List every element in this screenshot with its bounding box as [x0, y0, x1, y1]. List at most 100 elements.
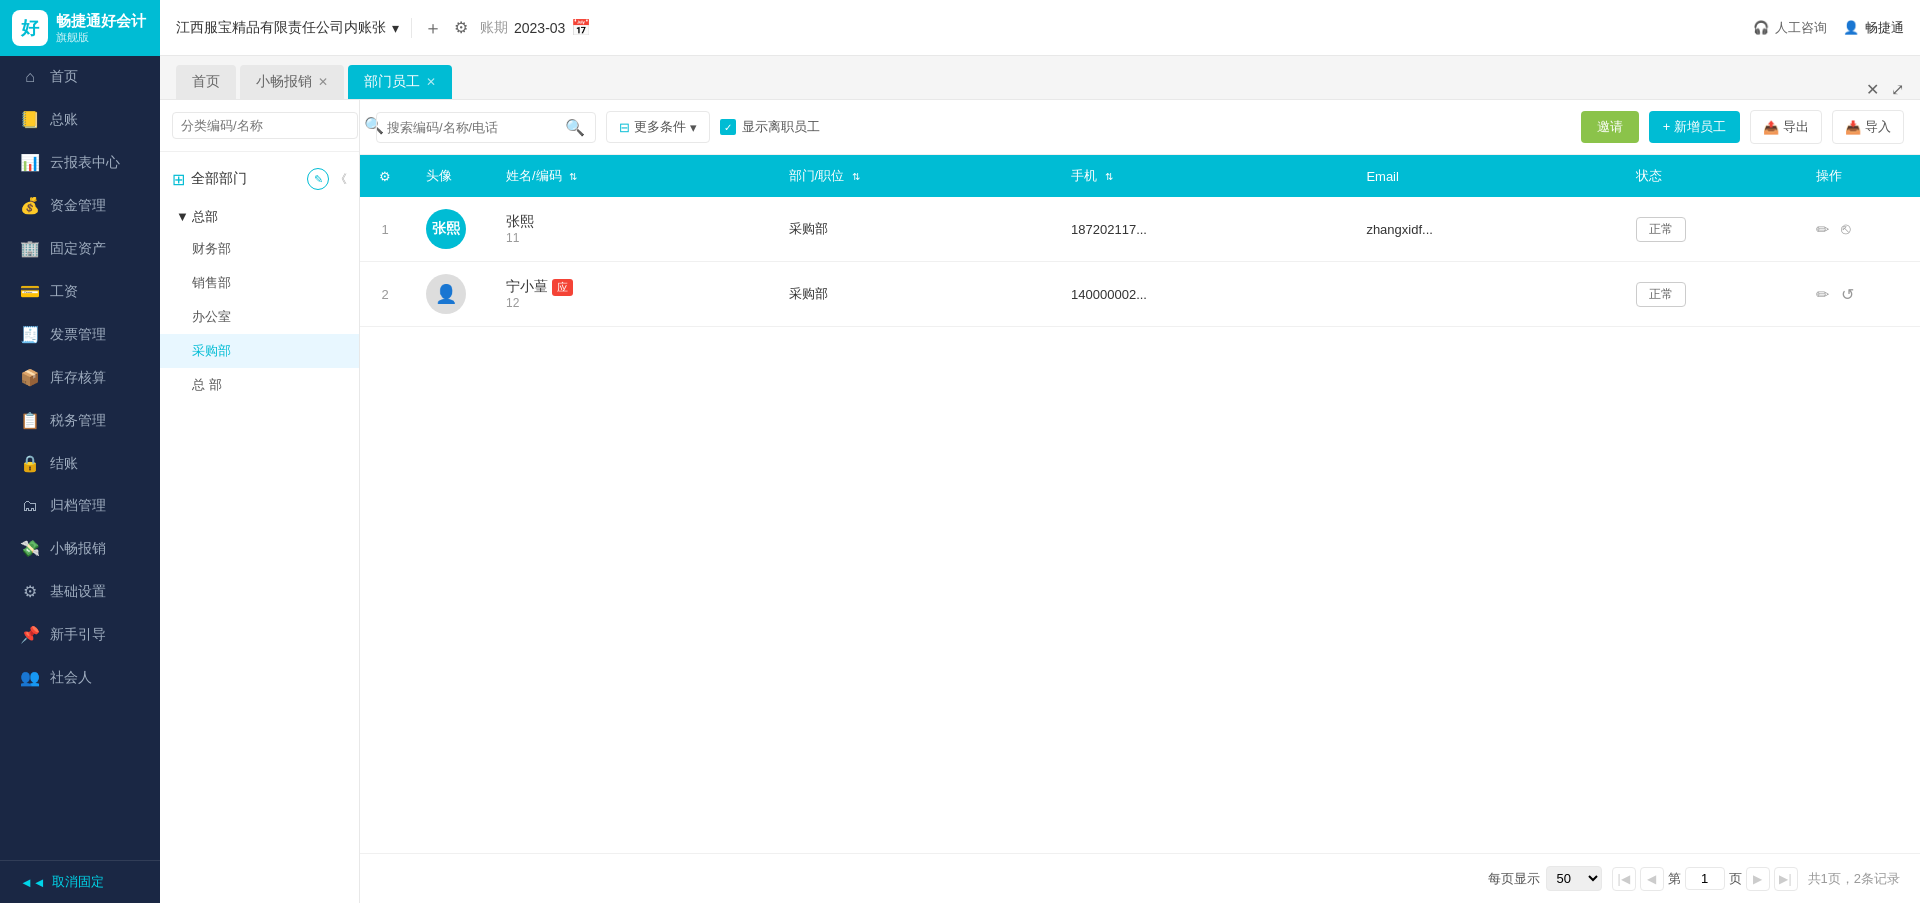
- dept-collapse-icon[interactable]: 《: [335, 171, 347, 188]
- sidebar-item-invoice[interactable]: 🧾 发票管理: [0, 313, 160, 356]
- filter-dropdown-icon: ▾: [690, 120, 697, 135]
- add-account-button[interactable]: ＋: [424, 16, 442, 40]
- sidebar-item-assets[interactable]: 🏢 固定资产: [0, 227, 160, 270]
- expense-icon: 💸: [20, 539, 40, 558]
- edit-icon-1[interactable]: ✏: [1816, 220, 1829, 239]
- filter-button[interactable]: ⊟ 更多条件 ▾: [606, 111, 710, 143]
- employee-search-input[interactable]: [387, 120, 559, 135]
- sidebar-item-closing[interactable]: 🔒 结账: [0, 442, 160, 485]
- all-dept-header[interactable]: ⊞ 全部部门 ✎ 《: [160, 160, 359, 198]
- all-dept-header-left: ⊞ 全部部门: [172, 170, 247, 189]
- dept-zong[interactable]: 总 部: [160, 368, 359, 402]
- sidebar-label-ledger: 总账: [50, 111, 78, 129]
- sidebar-pin-button[interactable]: ◄◄ 取消固定: [0, 860, 160, 903]
- user-name: 畅捷通: [1865, 19, 1904, 37]
- tab-home-label: 首页: [192, 73, 220, 91]
- dept-caiwu[interactable]: 财务部: [160, 232, 359, 266]
- col-phone[interactable]: 手机 ⇅: [1055, 155, 1350, 197]
- invite-button[interactable]: 邀请: [1581, 111, 1639, 143]
- col-dept-position[interactable]: 部门/职位 ⇅: [773, 155, 1056, 197]
- tab-expense-close[interactable]: ✕: [318, 75, 328, 89]
- tab-home[interactable]: 首页: [176, 65, 236, 99]
- import-button[interactable]: 📥 导入: [1832, 110, 1904, 144]
- dept-search-bar: 🔍: [160, 100, 359, 152]
- dept-bangong-label: 办公室: [192, 309, 231, 324]
- ledger-icon: 📒: [20, 110, 40, 129]
- logout-icon-1[interactable]: ⎋: [1841, 220, 1851, 238]
- logo-icon: 好: [12, 10, 48, 46]
- refresh-icon-2[interactable]: ↺: [1841, 285, 1854, 304]
- row-actions-1: ✏ ⎋: [1800, 197, 1920, 262]
- sidebar-label-expense: 小畅报销: [50, 540, 106, 558]
- pagination: 每页显示 10 20 50 100 |◀ ◀ 第 页 ▶ ▶|: [360, 853, 1920, 903]
- col-name-code[interactable]: 姓名/编码 ⇅: [490, 155, 773, 197]
- tab-close-all-icon[interactable]: ✕: [1866, 80, 1879, 99]
- sidebar-item-archive[interactable]: 🗂 归档管理: [0, 485, 160, 527]
- tab-department[interactable]: 部门员工 ✕: [348, 65, 452, 99]
- row-num-1: 1: [360, 197, 410, 262]
- tab-department-close[interactable]: ✕: [426, 75, 436, 89]
- dept-zongbu[interactable]: ▼ 总部: [160, 202, 359, 232]
- tab-expense-label: 小畅报销: [256, 73, 312, 91]
- search-icon[interactable]: 🔍: [565, 118, 585, 137]
- next-page-button[interactable]: ▶: [1746, 867, 1770, 891]
- edit-icon-2[interactable]: ✏: [1816, 285, 1829, 304]
- page-label: 第: [1668, 870, 1681, 888]
- topbar-settings-icon[interactable]: ⚙: [454, 18, 468, 37]
- last-page-button[interactable]: ▶|: [1774, 867, 1798, 891]
- import-icon: 📥: [1845, 120, 1861, 135]
- show-resigned-checkbox[interactable]: ✓ 显示离职员工: [720, 118, 820, 136]
- first-page-button[interactable]: |◀: [1612, 867, 1636, 891]
- row-num-2: 2: [360, 262, 410, 327]
- service-button[interactable]: 🎧 人工咨询: [1753, 19, 1827, 37]
- tab-department-label: 部门员工: [364, 73, 420, 91]
- sidebar-item-expense[interactable]: 💸 小畅报销: [0, 527, 160, 570]
- pagination-total: 共1页，2条记录: [1808, 870, 1900, 888]
- col-settings[interactable]: ⚙: [360, 155, 410, 197]
- sidebar-label-salary: 工资: [50, 283, 78, 301]
- dept-bangong[interactable]: 办公室: [160, 300, 359, 334]
- all-dept-label: 全部部门: [191, 170, 247, 188]
- sidebar-item-reports[interactable]: 📊 云报表中心: [0, 141, 160, 184]
- dept-group-zongbu: ▼ 总部 财务部 销售部 办公室 采购部: [160, 198, 359, 406]
- employee-search-bar: 🔍: [376, 112, 596, 143]
- sidebar-logo[interactable]: 好 畅捷通好会计 旗舰版: [0, 0, 160, 56]
- tab-expense[interactable]: 小畅报销 ✕: [240, 65, 344, 99]
- sidebar-item-inventory[interactable]: 📦 库存核算: [0, 356, 160, 399]
- export-icon: 📤: [1763, 120, 1779, 135]
- employee-name-1: 张熙: [506, 213, 757, 231]
- dept-xiaoshou[interactable]: 销售部: [160, 266, 359, 300]
- row-status-2: 正常: [1620, 262, 1800, 327]
- dept-edit-icon[interactable]: ✎: [307, 168, 329, 190]
- tab-expand-icon[interactable]: ⤢: [1891, 80, 1904, 99]
- prev-page-button[interactable]: ◀: [1640, 867, 1664, 891]
- company-selector[interactable]: 江西服宝精品有限责任公司内账张 ▾: [176, 19, 399, 37]
- sidebar-item-salary[interactable]: 💳 工资: [0, 270, 160, 313]
- page-input[interactable]: [1685, 867, 1725, 890]
- col-email: Email: [1350, 155, 1620, 197]
- add-employee-button[interactable]: + 新增员工: [1649, 111, 1740, 143]
- sidebar: 好 畅捷通好会计 旗舰版 ⌂ 首页 📒 总账 📊 云报表中心 💰 资金管理 🏢 …: [0, 0, 160, 903]
- row-email-2: [1350, 262, 1620, 327]
- sidebar-label-assets: 固定资产: [50, 240, 106, 258]
- sidebar-item-tax[interactable]: 📋 税务管理: [0, 399, 160, 442]
- company-name: 江西服宝精品有限责任公司内账张: [176, 19, 386, 37]
- dept-caigou[interactable]: 采购部: [160, 334, 359, 368]
- sidebar-item-home[interactable]: ⌂ 首页: [0, 56, 160, 98]
- action-icons-2: ✏ ↺: [1816, 285, 1904, 304]
- per-page-select[interactable]: 10 20 50 100: [1546, 866, 1602, 891]
- pagination-nav: |◀ ◀ 第 页 ▶ ▶|: [1612, 867, 1798, 891]
- sidebar-item-guide[interactable]: 📌 新手引导: [0, 613, 160, 656]
- user-menu[interactable]: 👤 畅捷通: [1843, 19, 1904, 37]
- sidebar-item-partner[interactable]: 👥 社会人: [0, 656, 160, 699]
- sidebar-nav: ⌂ 首页 📒 总账 📊 云报表中心 💰 资金管理 🏢 固定资产 💳 工资 🧾 发…: [0, 56, 160, 860]
- sidebar-item-settings[interactable]: ⚙ 基础设置: [0, 570, 160, 613]
- export-button[interactable]: 📤 导出: [1750, 110, 1822, 144]
- name-row-2: 宁小葟 应: [506, 278, 757, 296]
- toolbar-right: 邀请 + 新增员工 📤 导出 📥 导入: [1581, 110, 1904, 144]
- sidebar-item-funds[interactable]: 💰 资金管理: [0, 184, 160, 227]
- sidebar-item-ledger[interactable]: 📒 总账: [0, 98, 160, 141]
- sidebar-label-funds: 资金管理: [50, 197, 106, 215]
- calendar-icon[interactable]: 📅: [571, 18, 591, 37]
- dept-search-input[interactable]: [172, 112, 358, 139]
